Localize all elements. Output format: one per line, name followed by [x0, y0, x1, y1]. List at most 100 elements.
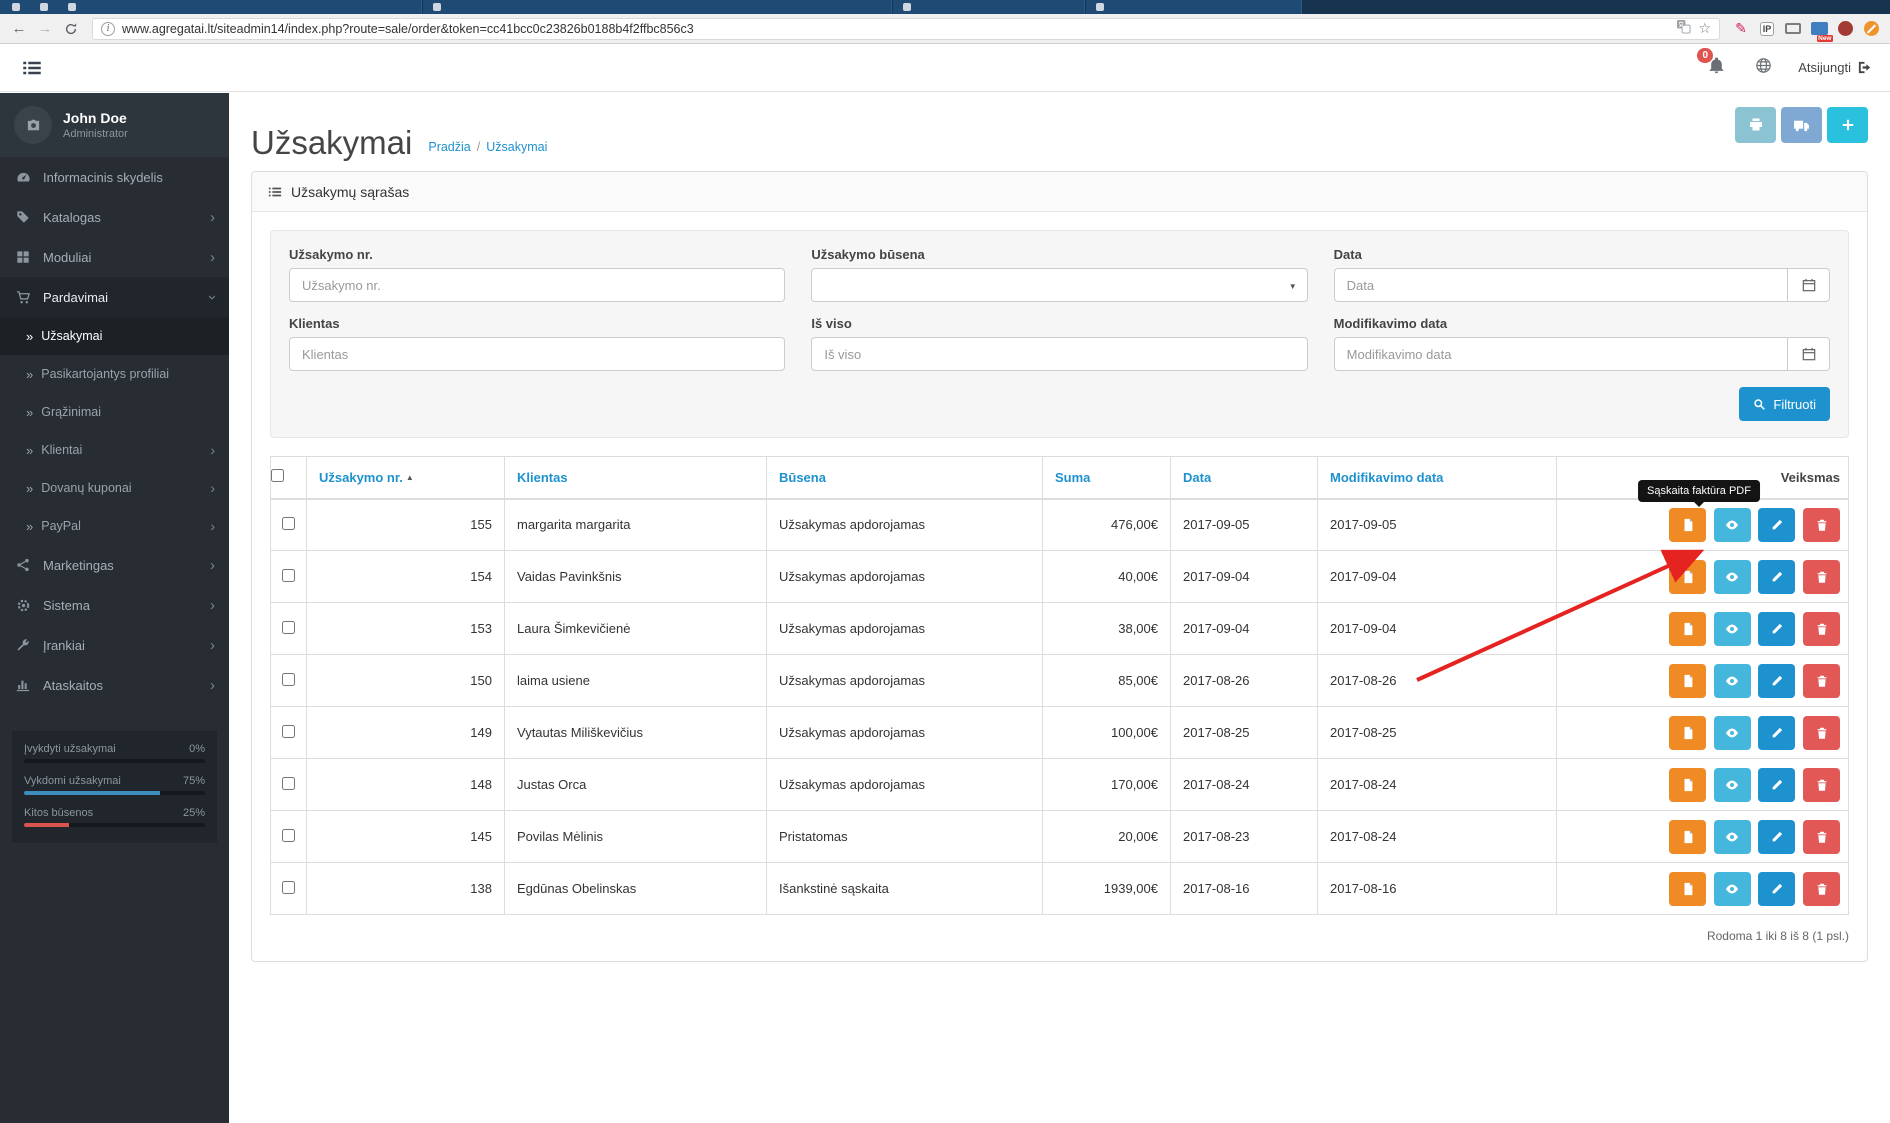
date-calendar-button[interactable] — [1788, 268, 1830, 302]
sidebar-subitem-paypal[interactable]: » PayPal › — [0, 507, 229, 545]
sidebar-subitem-gift-vouchers[interactable]: » Dovanų kuponai › — [0, 469, 229, 507]
row-checkbox[interactable] — [282, 516, 295, 530]
browser-tab[interactable] — [423, 0, 892, 14]
sidebar-subitem-recurring-profiles[interactable]: » Pasikartojantys profiliai — [0, 355, 229, 393]
sidebar-item-modules[interactable]: Moduliai › — [0, 237, 229, 277]
delete-order-button[interactable] — [1803, 871, 1840, 906]
sidebar-item-tools[interactable]: Įrankiai › — [0, 625, 229, 665]
edit-order-button[interactable] — [1758, 767, 1796, 802]
edit-order-button[interactable] — [1758, 715, 1796, 750]
date-modified-input[interactable] — [1333, 337, 1788, 371]
edit-order-button[interactable] — [1758, 663, 1796, 698]
sort-date[interactable]: Data — [1183, 470, 1211, 485]
sidebar-subitem-orders[interactable]: » Užsakymai — [0, 317, 229, 355]
row-checkbox[interactable] — [282, 672, 295, 686]
delete-order-button[interactable] — [1803, 611, 1840, 646]
extension-orange-icon[interactable] — [1860, 18, 1882, 40]
row-checkbox[interactable] — [282, 620, 295, 634]
date-modified-calendar-button[interactable] — [1788, 337, 1830, 371]
view-order-button[interactable] — [1713, 715, 1751, 750]
delete-order-button[interactable] — [1803, 715, 1840, 750]
edit-order-button[interactable] — [1758, 871, 1796, 906]
sidebar-item-dashboard[interactable]: Informacinis skydelis — [0, 157, 229, 197]
sidebar-item-marketing[interactable]: Marketingas › — [0, 545, 229, 585]
delete-order-button[interactable] — [1803, 767, 1840, 802]
extension-ip-icon[interactable]: IP — [1756, 18, 1778, 40]
view-order-button[interactable] — [1713, 559, 1751, 594]
total-input[interactable] — [811, 337, 1308, 371]
extension-monitor-icon[interactable] — [1782, 18, 1804, 40]
date-input[interactable] — [1333, 268, 1788, 302]
breadcrumb-current-link[interactable]: Užsakymai — [486, 140, 547, 154]
print-shipping-list-button[interactable] — [1781, 107, 1822, 143]
invoice-pdf-button[interactable] — [1669, 819, 1707, 854]
delete-order-button[interactable] — [1803, 559, 1840, 594]
delete-order-button[interactable] — [1803, 507, 1840, 542]
select-all-checkbox[interactable] — [271, 469, 284, 483]
bookmark-star-icon[interactable]: ☆ — [1698, 20, 1711, 37]
sidebar-item-sales[interactable]: Pardavimai › — [0, 277, 229, 317]
order-status-select[interactable]: ▼ — [811, 268, 1308, 302]
order-id-cell: 150 — [306, 654, 505, 707]
logout-button[interactable]: Atsijungti — [1798, 60, 1872, 75]
invoice-pdf-button[interactable] — [1669, 507, 1707, 542]
row-checkbox[interactable] — [282, 828, 295, 842]
view-order-button[interactable] — [1713, 663, 1751, 698]
sort-order-nr[interactable]: Užsakymo nr. — [319, 470, 403, 485]
invoice-pdf-button[interactable] — [1669, 767, 1707, 802]
url-bar[interactable]: i www.agregatai.lt/siteadmin14/index.php… — [92, 17, 1720, 40]
row-checkbox[interactable] — [282, 880, 295, 894]
view-order-button[interactable] — [1713, 767, 1751, 802]
sidebar-item-reports[interactable]: Ataskaitos › — [0, 665, 229, 705]
edit-order-button[interactable] — [1758, 819, 1796, 854]
sidebar-item-catalog[interactable]: Katalogas › — [0, 197, 229, 237]
invoice-pdf-button[interactable] — [1669, 663, 1707, 698]
filter-button[interactable]: Filtruoti — [1739, 387, 1830, 421]
print-invoice-button[interactable] — [1735, 107, 1776, 143]
sort-status[interactable]: Būsena — [779, 470, 826, 485]
sort-total[interactable]: Suma — [1055, 470, 1090, 485]
delete-order-button[interactable] — [1803, 819, 1840, 854]
edit-order-button[interactable] — [1758, 559, 1796, 594]
edit-order-button[interactable] — [1758, 507, 1796, 542]
refresh-button[interactable] — [60, 18, 82, 40]
browser-tab[interactable] — [1086, 0, 1302, 14]
add-order-button[interactable] — [1827, 107, 1868, 143]
translate-icon[interactable] — [1676, 19, 1691, 39]
view-order-button[interactable] — [1713, 507, 1751, 542]
order-nr-input[interactable] — [289, 268, 786, 302]
sort-customer[interactable]: Klientas — [517, 470, 568, 485]
sidebar-subitem-customers[interactable]: » Klientai › — [0, 431, 229, 469]
delete-order-button[interactable] — [1803, 663, 1840, 698]
extension-screen-icon[interactable]: New — [1808, 18, 1833, 42]
browser-tab[interactable] — [0, 0, 422, 14]
edit-order-button[interactable] — [1758, 611, 1796, 646]
site-info-icon[interactable]: i — [101, 21, 115, 36]
sidebar-item-system[interactable]: Sistema › — [0, 585, 229, 625]
row-checkbox[interactable] — [282, 776, 295, 790]
filter-label: Data — [1333, 247, 1362, 262]
invoice-pdf-button[interactable] — [1669, 715, 1707, 750]
row-checkbox[interactable] — [282, 568, 295, 582]
invoice-pdf-button[interactable] — [1669, 871, 1707, 906]
notifications-button[interactable]: 0 — [1697, 47, 1729, 83]
extension-dropper-icon[interactable]: ✎ — [1730, 18, 1752, 40]
sort-date-modified[interactable]: Modifikavimo data — [1330, 470, 1443, 485]
invoice-pdf-button[interactable] — [1669, 611, 1707, 646]
customer-input[interactable] — [289, 337, 786, 371]
gear-icon — [14, 598, 32, 613]
invoice-pdf-button[interactable] — [1669, 559, 1707, 594]
view-order-button[interactable] — [1713, 819, 1751, 854]
view-order-button[interactable] — [1713, 871, 1751, 906]
language-button[interactable] — [1755, 57, 1772, 79]
extension-red-icon[interactable] — [1834, 18, 1856, 40]
browser-tab[interactable] — [893, 0, 1085, 14]
avatar[interactable] — [14, 106, 52, 144]
sidebar-toggle-button[interactable] — [18, 54, 46, 82]
row-checkbox[interactable] — [282, 724, 295, 738]
breadcrumb-home-link[interactable]: Pradžia — [428, 140, 470, 154]
view-order-button[interactable] — [1713, 611, 1751, 646]
sidebar-subitem-returns[interactable]: » Grąžinimai — [0, 393, 229, 431]
forward-button[interactable]: → — [34, 18, 56, 40]
back-button[interactable]: ← — [8, 18, 30, 40]
